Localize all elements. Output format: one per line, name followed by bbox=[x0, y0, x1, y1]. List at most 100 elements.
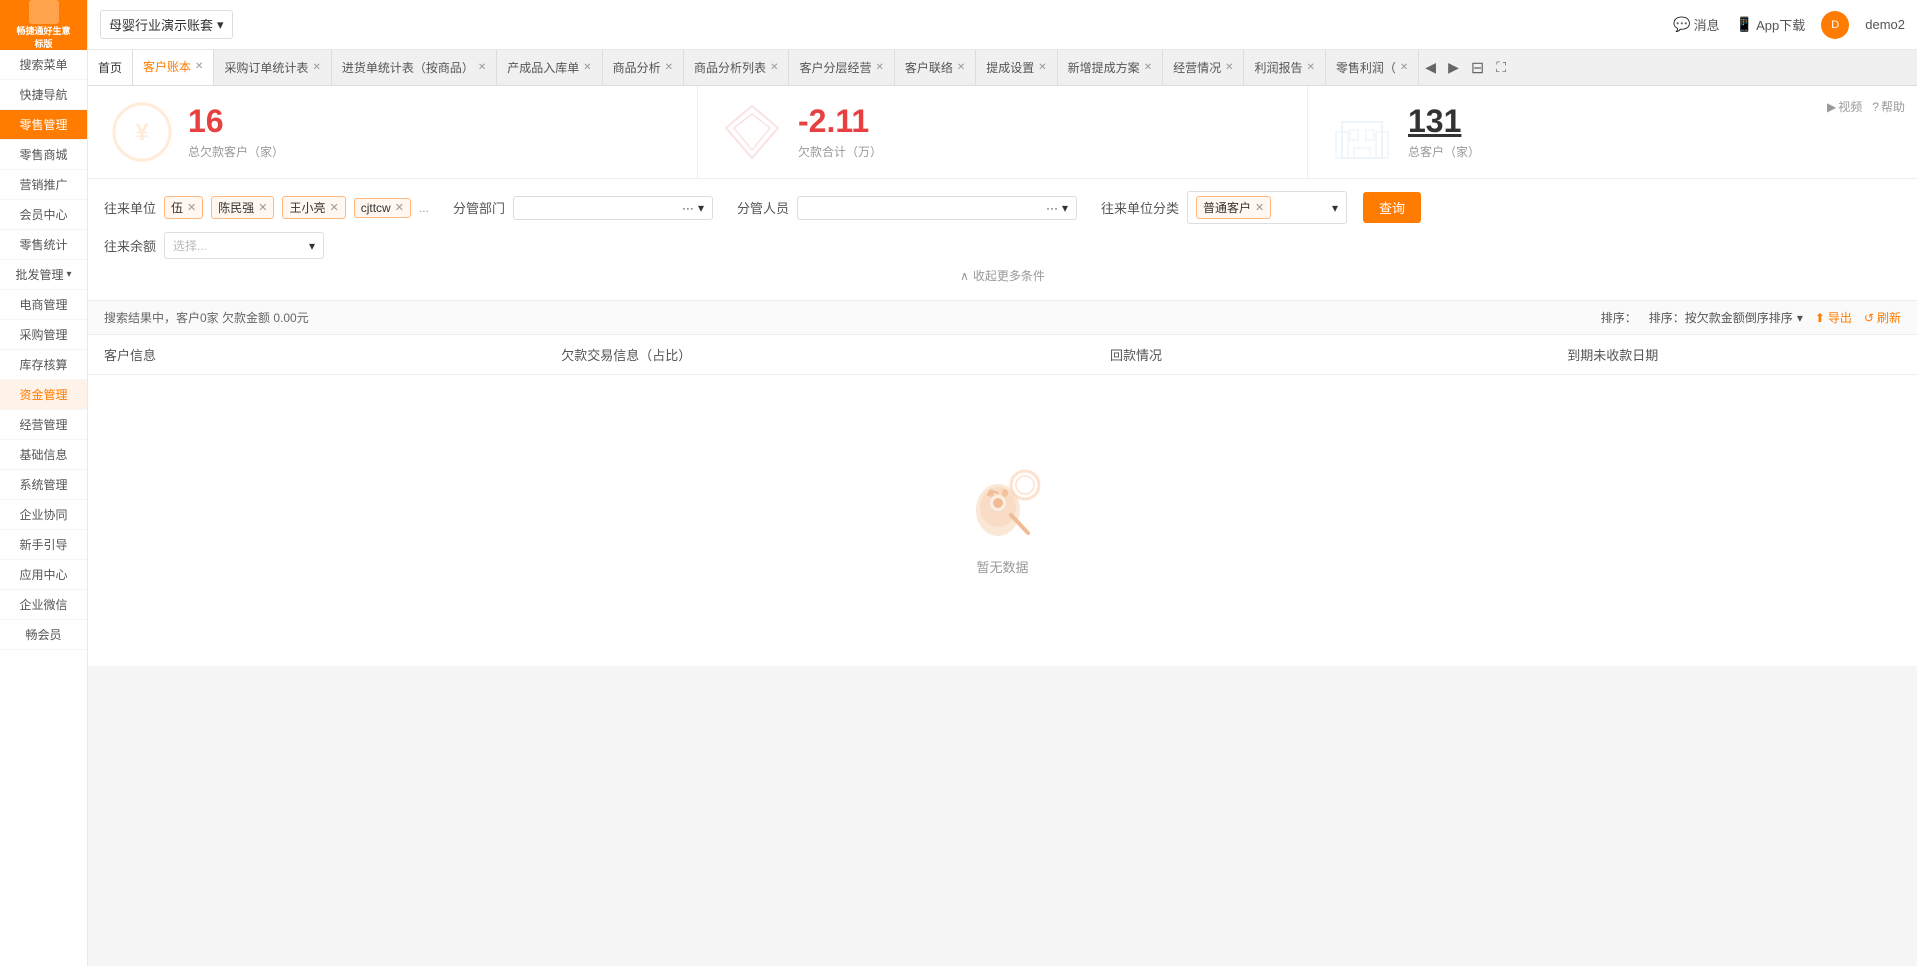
remove-unit-type[interactable]: ✕ bbox=[1255, 201, 1264, 214]
refresh-button[interactable]: ↺ 刷新 bbox=[1864, 309, 1901, 326]
diamond-icon bbox=[722, 102, 782, 162]
tab-close-product-instock[interactable]: ✕ bbox=[583, 62, 591, 73]
table-header-row: 客户信息 欠款交易信息（占比） 回款情况 到期未收款日期 bbox=[88, 335, 1917, 375]
tab-close-customer-book[interactable]: ✕ bbox=[195, 61, 203, 72]
tab-close-customer-tier[interactable]: ✕ bbox=[875, 62, 883, 73]
unit-type-filter-label: 往来单位分类 bbox=[1101, 198, 1179, 217]
sidebar-item-member-center[interactable]: 会员中心 bbox=[0, 200, 87, 230]
data-table-container: 客户信息 欠款交易信息（占比） 回款情况 到期未收款日期 bbox=[88, 335, 1917, 667]
stat-card-customers: ¥ 16 总欠款客户（家） bbox=[88, 86, 698, 178]
department-more-icon: ··· bbox=[682, 201, 694, 215]
tab-customer-tier[interactable]: 客户分层经营 ✕ bbox=[789, 50, 894, 86]
stat-label-debt: 欠款合计（万） bbox=[798, 143, 882, 160]
tab-new-promotion-plan[interactable]: 新增提成方案 ✕ bbox=[1058, 50, 1163, 86]
tab-customer-book[interactable]: 客户账本 ✕ bbox=[133, 50, 214, 86]
unit-type-select[interactable]: 普通客户 ✕ ▾ bbox=[1187, 191, 1347, 224]
tab-product-analysis-label: 商品分析 bbox=[613, 59, 661, 76]
app-title: 畅捷通好生意 bbox=[16, 26, 70, 37]
tab-prev-btn[interactable]: ◀ bbox=[1419, 59, 1442, 76]
tab-product-analysis[interactable]: 商品分析 ✕ bbox=[603, 50, 684, 86]
stat-value-debt: -2.11 bbox=[798, 104, 882, 139]
tab-business-situation[interactable]: 经营情况 ✕ bbox=[1163, 50, 1244, 86]
data-table: 客户信息 欠款交易信息（占比） 回款情况 到期未收款日期 bbox=[88, 335, 1917, 667]
empty-cell: 暂无数据 bbox=[88, 375, 1917, 667]
tab-close-purchase-order-stats[interactable]: ✕ bbox=[312, 62, 320, 73]
main-area: 母婴行业演示账套 ▾ 💬 消息 📱 App下载 D demo2 首页 客户账本 bbox=[88, 0, 1917, 966]
tab-fullscreen-btn[interactable]: ⛶ bbox=[1490, 59, 1512, 76]
tab-product-analysis-list[interactable]: 商品分析列表 ✕ bbox=[684, 50, 789, 86]
filter-tag-company-4[interactable]: cjttcw ✕ bbox=[354, 198, 411, 218]
stat-card-total-clients: 131 总客户（家） ▶ 视频 ? 帮助 bbox=[1308, 86, 1917, 178]
stat-info-debt: -2.11 欠款合计（万） bbox=[798, 104, 882, 160]
sidebar-item-ecom-mgmt[interactable]: 电商管理 bbox=[0, 290, 87, 320]
filter-tag-company-1[interactable]: 伍 ✕ bbox=[164, 196, 203, 219]
sidebar-item-biz-mgmt[interactable]: 经营管理 bbox=[0, 410, 87, 440]
tab-close-product-analysis-list[interactable]: ✕ bbox=[770, 62, 778, 73]
stat-value-customers: 16 bbox=[188, 104, 284, 139]
message-link[interactable]: 💬 消息 bbox=[1673, 15, 1719, 34]
sidebar-item-basic-info[interactable]: 基础信息 bbox=[0, 440, 87, 470]
sidebar-item-quick-nav[interactable]: 快捷导航 bbox=[0, 80, 87, 110]
tab-bar: 首页 客户账本 ✕ 采购订单统计表 ✕ 进货单统计表（按商品） ✕ 产成品入库单… bbox=[88, 50, 1917, 86]
tab-promotion-settings[interactable]: 提成设置 ✕ bbox=[976, 50, 1057, 86]
app-download-link[interactable]: 📱 App下载 bbox=[1736, 15, 1806, 34]
remove-company-1[interactable]: ✕ bbox=[187, 201, 196, 214]
tab-customer-contact[interactable]: 客户联络 ✕ bbox=[895, 50, 976, 86]
sidebar-item-retail-store[interactable]: 零售商城 bbox=[0, 140, 87, 170]
tab-close-promotion-settings[interactable]: ✕ bbox=[1038, 62, 1046, 73]
sidebar-item-wholesale-mgmt[interactable]: 批发管理 ▾ bbox=[0, 260, 87, 290]
collapse-button[interactable]: ∧ 收起更多条件 bbox=[104, 267, 1901, 284]
stat-help-links: ▶ 视频 ? 帮助 bbox=[1827, 98, 1905, 115]
tab-product-instock[interactable]: 产成品入库单 ✕ bbox=[497, 50, 602, 86]
tab-product-instock-label: 产成品入库单 bbox=[507, 59, 579, 76]
tab-close-stock-stats[interactable]: ✕ bbox=[478, 62, 486, 73]
filter-row-2: 往来余额 选择... ▾ bbox=[104, 232, 1901, 259]
query-button[interactable]: 查询 bbox=[1363, 192, 1421, 223]
video-link[interactable]: ▶ 视频 bbox=[1827, 98, 1862, 115]
tab-close-retail-profit[interactable]: ✕ bbox=[1400, 62, 1408, 73]
account-selector[interactable]: 母婴行业演示账套 ▾ bbox=[100, 10, 233, 39]
tab-close-profit-report[interactable]: ✕ bbox=[1307, 62, 1315, 73]
filter-tag-company-2[interactable]: 陈民强 ✕ bbox=[211, 196, 274, 219]
filter-row-1: 往来单位 伍 ✕ 陈民强 ✕ 王小亮 ✕ cjttcw ✕ ... bbox=[104, 191, 1901, 224]
person-select[interactable]: ··· ▾ bbox=[797, 196, 1077, 220]
tab-close-new-promotion-plan[interactable]: ✕ bbox=[1144, 62, 1152, 73]
sidebar-item-enterprise-coop[interactable]: 企业协同 bbox=[0, 500, 87, 530]
export-button[interactable]: ⬆ 导出 bbox=[1815, 309, 1852, 326]
user-avatar[interactable]: D bbox=[1821, 11, 1849, 39]
tab-purchase-order-stats[interactable]: 采购订单统计表 ✕ bbox=[214, 50, 331, 86]
filter-tag-company-3[interactable]: 王小亮 ✕ bbox=[282, 196, 345, 219]
sidebar-item-new-guide[interactable]: 新手引导 bbox=[0, 530, 87, 560]
tab-retail-profit[interactable]: 零售利润（ ✕ bbox=[1326, 50, 1419, 86]
sidebar-item-search[interactable]: 搜索菜单 bbox=[0, 50, 87, 80]
sidebar-item-purchase-mgmt[interactable]: 采购管理 bbox=[0, 320, 87, 350]
tab-menu-btn[interactable]: ⊟ bbox=[1465, 58, 1490, 78]
tab-close-business-situation[interactable]: ✕ bbox=[1225, 62, 1233, 73]
remove-company-4[interactable]: ✕ bbox=[395, 201, 404, 214]
sidebar-item-retail-stats[interactable]: 零售统计 bbox=[0, 230, 87, 260]
filter-tag-unit-type[interactable]: 普通客户 ✕ bbox=[1196, 196, 1271, 219]
sidebar-item-sys-mgmt[interactable]: 系统管理 bbox=[0, 470, 87, 500]
sidebar-item-vip[interactable]: 畅会员 bbox=[0, 620, 87, 650]
sidebar-item-sales-promo[interactable]: 营销推广 bbox=[0, 170, 87, 200]
top-bar-left: 母婴行业演示账套 ▾ bbox=[100, 10, 1673, 39]
remove-company-2[interactable]: ✕ bbox=[258, 201, 267, 214]
sidebar-item-enterprise-wechat[interactable]: 企业微信 bbox=[0, 590, 87, 620]
sidebar-item-app-center[interactable]: 应用中心 bbox=[0, 560, 87, 590]
credit-select[interactable]: 选择... ▾ bbox=[164, 232, 324, 259]
remove-company-3[interactable]: ✕ bbox=[330, 201, 339, 214]
tab-home[interactable]: 首页 bbox=[88, 50, 133, 86]
more-tags-btn[interactable]: ... bbox=[419, 201, 429, 215]
sidebar-item-finance-mgmt[interactable]: 资金管理 bbox=[0, 380, 87, 410]
help-link[interactable]: ? 帮助 bbox=[1872, 98, 1905, 115]
col-debt-info: 欠款交易信息（占比） bbox=[545, 335, 1094, 375]
tab-next-btn[interactable]: ▶ bbox=[1442, 59, 1465, 76]
department-select[interactable]: ··· ▾ bbox=[513, 196, 713, 220]
tab-close-customer-contact[interactable]: ✕ bbox=[957, 62, 965, 73]
tab-close-product-analysis[interactable]: ✕ bbox=[665, 62, 673, 73]
tab-profit-report[interactable]: 利润报告 ✕ bbox=[1244, 50, 1325, 86]
sort-selector[interactable]: 排序：按欠款金额倒序排序 ▾ bbox=[1649, 309, 1803, 326]
sidebar-item-inventory[interactable]: 库存核算 bbox=[0, 350, 87, 380]
sidebar-item-retail-mgmt[interactable]: 零售管理 bbox=[0, 110, 87, 140]
tab-stock-stats[interactable]: 进货单统计表（按商品） ✕ bbox=[332, 50, 497, 86]
